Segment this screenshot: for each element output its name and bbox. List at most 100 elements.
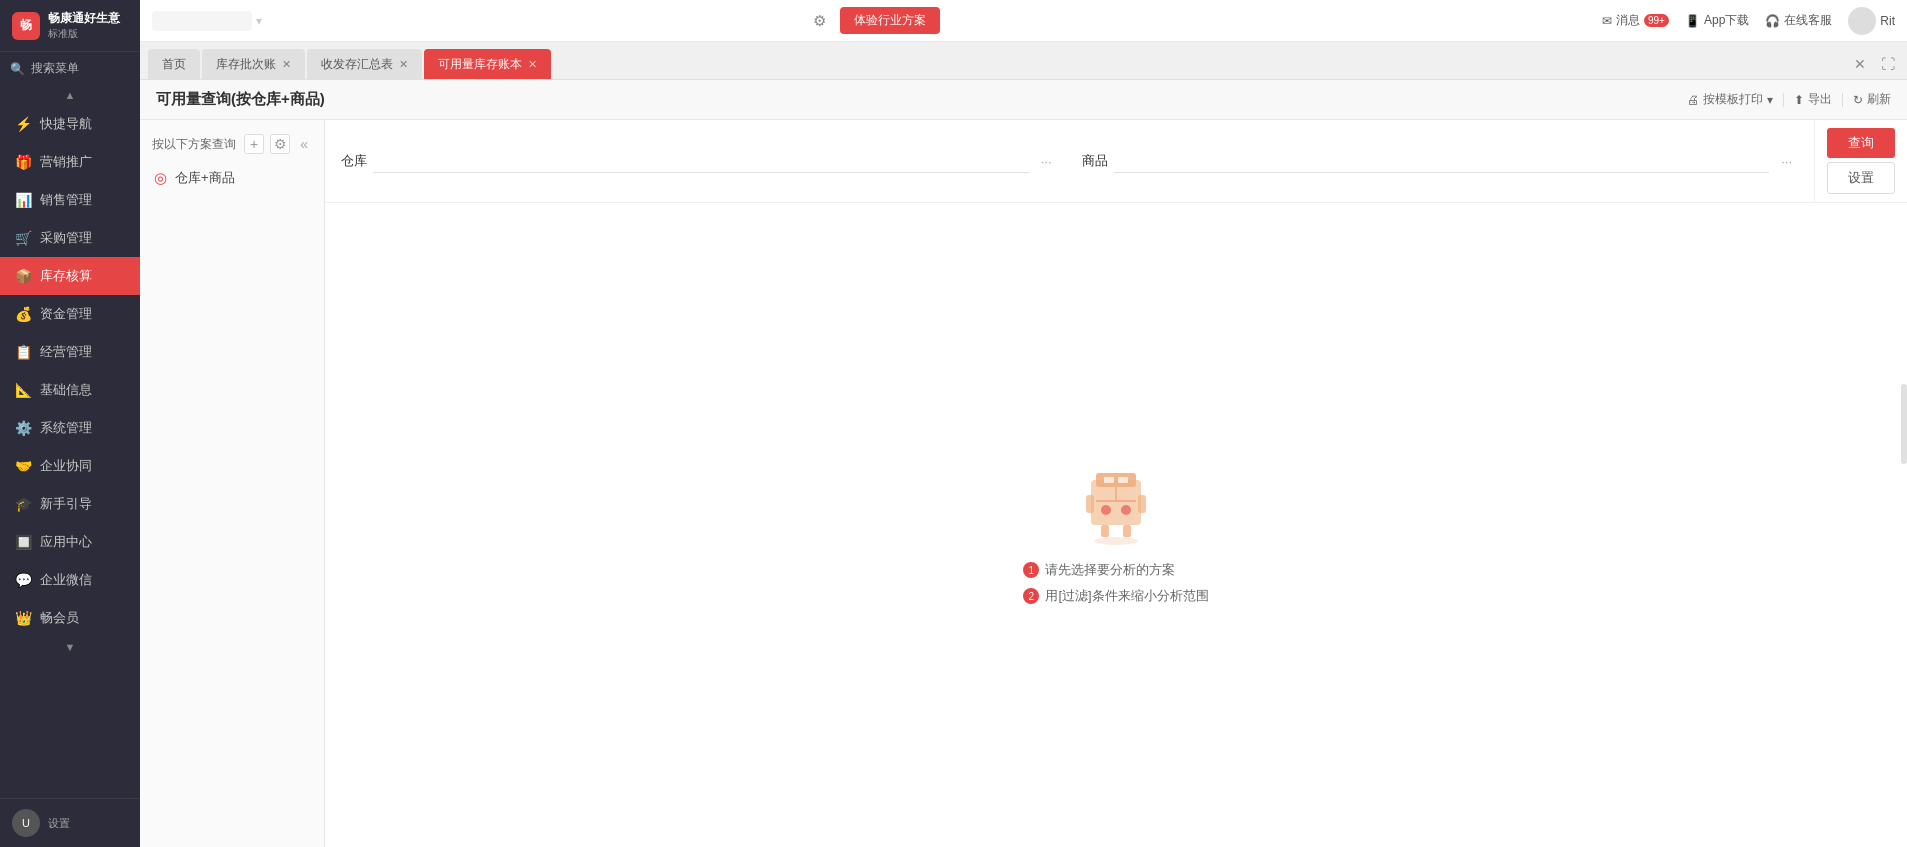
sidebar-scroll-down[interactable]: ▼ — [0, 637, 140, 657]
filter-header: 按以下方案查询 + ⚙ « — [140, 130, 324, 162]
user-name: Rit — [1880, 14, 1895, 28]
filter-item-warehouse-goods[interactable]: ◎ 仓库+商品 — [140, 162, 324, 194]
empty-tip-2: 2 用[过滤]条件来缩小分析范围 — [1023, 587, 1208, 605]
empty-state: 1 请先选择要分析的方案 2 用[过滤]条件来缩小分析范围 — [325, 203, 1907, 847]
tab-close-button[interactable]: ✕ — [1849, 53, 1871, 75]
svg-rect-3 — [1118, 477, 1128, 483]
goods-more-btn[interactable]: ··· — [1775, 152, 1798, 171]
empty-tips: 1 请先选择要分析的方案 2 用[过滤]条件来缩小分析范围 — [1023, 561, 1208, 605]
tab-close-available-inventory[interactable]: ✕ — [528, 58, 537, 71]
sidebar-search[interactable]: 🔍 搜索菜单 — [0, 52, 140, 85]
nav-label-purchase: 采购管理 — [40, 229, 92, 247]
page-actions: 🖨 按模板打印 ▾ ⬆ 导出 ↻ 刷新 — [1687, 91, 1891, 108]
message-item[interactable]: ✉ 消息 99+ — [1602, 12, 1669, 29]
tab-receipt-summary[interactable]: 收发存汇总表✕ — [307, 49, 422, 79]
query-inputs: 仓库 ··· 商品 ··· — [325, 120, 1814, 202]
page-title: 可用量查询(按仓库+商品) — [156, 90, 325, 109]
svg-point-6 — [1101, 505, 1111, 515]
trial-button[interactable]: 体验行业方案 — [840, 7, 940, 34]
nav-icon-operations: 📋 — [14, 343, 32, 361]
sidebar-item-quick-nav[interactable]: ⚡ 快捷导航 — [0, 105, 140, 143]
query-btns: 查询 设置 — [1814, 120, 1907, 202]
nav-label-quick-nav: 快捷导航 — [40, 115, 92, 133]
svg-rect-1 — [1096, 473, 1136, 487]
sidebar-item-marketing[interactable]: 🎁 营销推广 — [0, 143, 140, 181]
nav-icon-wechat: 💬 — [14, 571, 32, 589]
sidebar-item-basics[interactable]: 📐 基础信息 — [0, 371, 140, 409]
print-action[interactable]: 🖨 按模板打印 ▾ — [1687, 91, 1773, 108]
tab-expand-button[interactable]: ⛶ — [1877, 53, 1899, 75]
message-icon: ✉ — [1602, 14, 1612, 28]
sidebar-user-label: 设置 — [48, 816, 70, 831]
sidebar-item-tutorial[interactable]: 🎓 新手引导 — [0, 485, 140, 523]
tab-available-inventory[interactable]: 可用量库存账本✕ — [424, 49, 551, 79]
warehouse-label: 仓库 — [341, 152, 367, 170]
right-scrollbar[interactable] — [1901, 384, 1907, 464]
svg-rect-2 — [1104, 477, 1114, 483]
sidebar-item-system[interactable]: ⚙️ 系统管理 — [0, 409, 140, 447]
topbar-right: ✉ 消息 99+ 📱 App下载 🎧 在线客服 Rit — [1602, 7, 1895, 35]
topbar-settings-icon[interactable]: ⚙ — [806, 8, 832, 34]
tab-batch-account[interactable]: 库存批次账✕ — [202, 49, 305, 79]
breadcrumb-input[interactable] — [152, 11, 252, 31]
sidebar-item-purchase[interactable]: 🛒 采购管理 — [0, 219, 140, 257]
tab-close-batch-account[interactable]: ✕ — [282, 58, 291, 71]
tabs-bar: 首页库存批次账✕收发存汇总表✕可用量库存账本✕ ✕ ⛶ — [140, 42, 1907, 80]
svg-rect-9 — [1138, 495, 1146, 513]
sidebar-nav: ⚡ 快捷导航 🎁 营销推广 📊 销售管理 🛒 采购管理 📦 库存核算 💰 资金管… — [0, 105, 140, 637]
sidebar-item-enterprise[interactable]: 🤝 企业协同 — [0, 447, 140, 485]
sidebar-item-sales[interactable]: 📊 销售管理 — [0, 181, 140, 219]
query-button[interactable]: 查询 — [1827, 128, 1895, 158]
topbar-breadcrumb: ▾ — [152, 11, 798, 31]
action-divider-2 — [1842, 93, 1843, 107]
sidebar-footer: U 设置 — [0, 798, 140, 847]
filter-settings-btn[interactable]: ⚙ — [270, 134, 290, 154]
svg-rect-4 — [1096, 500, 1136, 502]
tip1-num: 1 — [1023, 562, 1039, 578]
nav-label-member: 畅会员 — [40, 609, 79, 627]
goods-field: 商品 ··· — [1082, 149, 1799, 173]
export-action[interactable]: ⬆ 导出 — [1794, 91, 1832, 108]
sidebar-item-member[interactable]: 👑 畅会员 — [0, 599, 140, 637]
nav-label-inventory: 库存核算 — [40, 267, 92, 285]
refresh-action[interactable]: ↻ 刷新 — [1853, 91, 1891, 108]
filter-add-btn[interactable]: + — [244, 134, 264, 154]
topbar: ▾ ⚙ 体验行业方案 ✉ 消息 99+ 📱 App下载 🎧 在线客服 Rit — [140, 0, 1907, 42]
nav-icon-app-center: 🔲 — [14, 533, 32, 551]
sidebar-search-label: 搜索菜单 — [31, 60, 79, 77]
sidebar-scroll-up[interactable]: ▲ — [0, 85, 140, 105]
sidebar-item-inventory[interactable]: 📦 库存核算 — [0, 257, 140, 295]
print-dropdown-icon: ▾ — [1767, 93, 1773, 107]
sidebar-item-wechat[interactable]: 💬 企业微信 — [0, 561, 140, 599]
customer-service-item[interactable]: 🎧 在线客服 — [1765, 12, 1832, 29]
tab-home[interactable]: 首页 — [148, 49, 200, 79]
sidebar-item-operations[interactable]: 📋 经营管理 — [0, 333, 140, 371]
main-container: ▾ ⚙ 体验行业方案 ✉ 消息 99+ 📱 App下载 🎧 在线客服 Rit — [140, 0, 1907, 847]
nav-icon-inventory: 📦 — [14, 267, 32, 285]
sidebar-user-avatar: U — [12, 809, 40, 837]
print-icon: 🖨 — [1687, 93, 1699, 107]
warehouse-input[interactable] — [373, 149, 1029, 173]
settings-button[interactable]: 设置 — [1827, 162, 1895, 194]
nav-label-wechat: 企业微信 — [40, 571, 92, 589]
filter-header-label: 按以下方案查询 — [152, 136, 236, 153]
filter-collapse-btn[interactable]: « — [296, 136, 312, 152]
user-avatar — [1848, 7, 1876, 35]
sidebar-item-app-center[interactable]: 🔲 应用中心 — [0, 523, 140, 561]
sidebar-item-finance[interactable]: 💰 资金管理 — [0, 295, 140, 333]
goods-input[interactable] — [1114, 149, 1770, 173]
app-download-item[interactable]: 📱 App下载 — [1685, 12, 1749, 29]
nav-icon-enterprise: 🤝 — [14, 457, 32, 475]
page-header: 可用量查询(按仓库+商品) 🖨 按模板打印 ▾ ⬆ 导出 ↻ 刷新 — [140, 80, 1907, 120]
tab-close-receipt-summary[interactable]: ✕ — [399, 58, 408, 71]
logo-text: 畅康通好生意 标准版 — [48, 10, 120, 41]
refresh-icon: ↻ — [1853, 93, 1863, 107]
action-divider-1 — [1783, 93, 1784, 107]
nav-label-marketing: 营销推广 — [40, 153, 92, 171]
nav-label-operations: 经营管理 — [40, 343, 92, 361]
warehouse-more-btn[interactable]: ··· — [1035, 152, 1058, 171]
query-inputs-and-btns: 仓库 ··· 商品 ··· 查询 设置 — [325, 120, 1907, 203]
svg-point-12 — [1094, 537, 1138, 545]
user-info[interactable]: Rit — [1848, 7, 1895, 35]
print-label: 按模板打印 — [1703, 91, 1763, 108]
